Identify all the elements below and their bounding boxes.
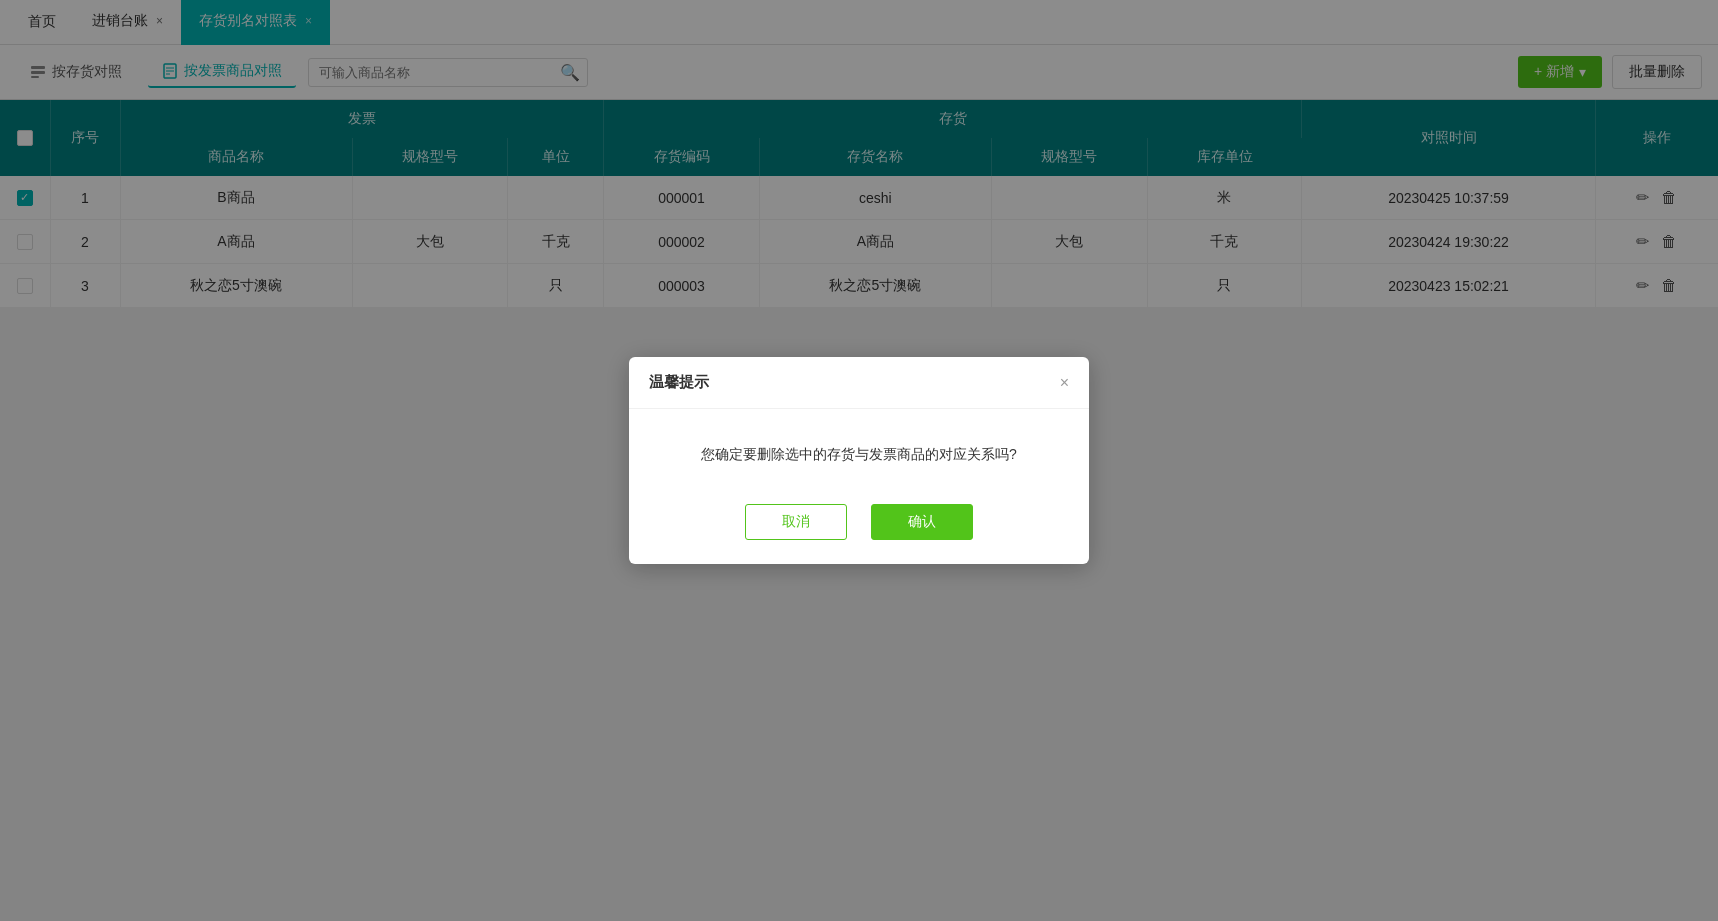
confirm-dialog: 温馨提示 × 您确定要删除选中的存货与发票商品的对应关系吗? 取消 确认: [629, 357, 1089, 564]
dialog-message: 您确定要删除选中的存货与发票商品的对应关系吗?: [701, 446, 1017, 462]
dialog-title: 温馨提示: [649, 373, 709, 392]
dialog-confirm-button[interactable]: 确认: [871, 504, 973, 540]
dialog-close-button[interactable]: ×: [1060, 374, 1069, 392]
dialog-header: 温馨提示 ×: [629, 357, 1089, 409]
dialog-cancel-button[interactable]: 取消: [745, 504, 847, 540]
dialog-body: 您确定要删除选中的存货与发票商品的对应关系吗?: [629, 409, 1089, 494]
dialog-footer: 取消 确认: [629, 494, 1089, 564]
confirm-overlay: 温馨提示 × 您确定要删除选中的存货与发票商品的对应关系吗? 取消 确认: [0, 0, 1718, 921]
